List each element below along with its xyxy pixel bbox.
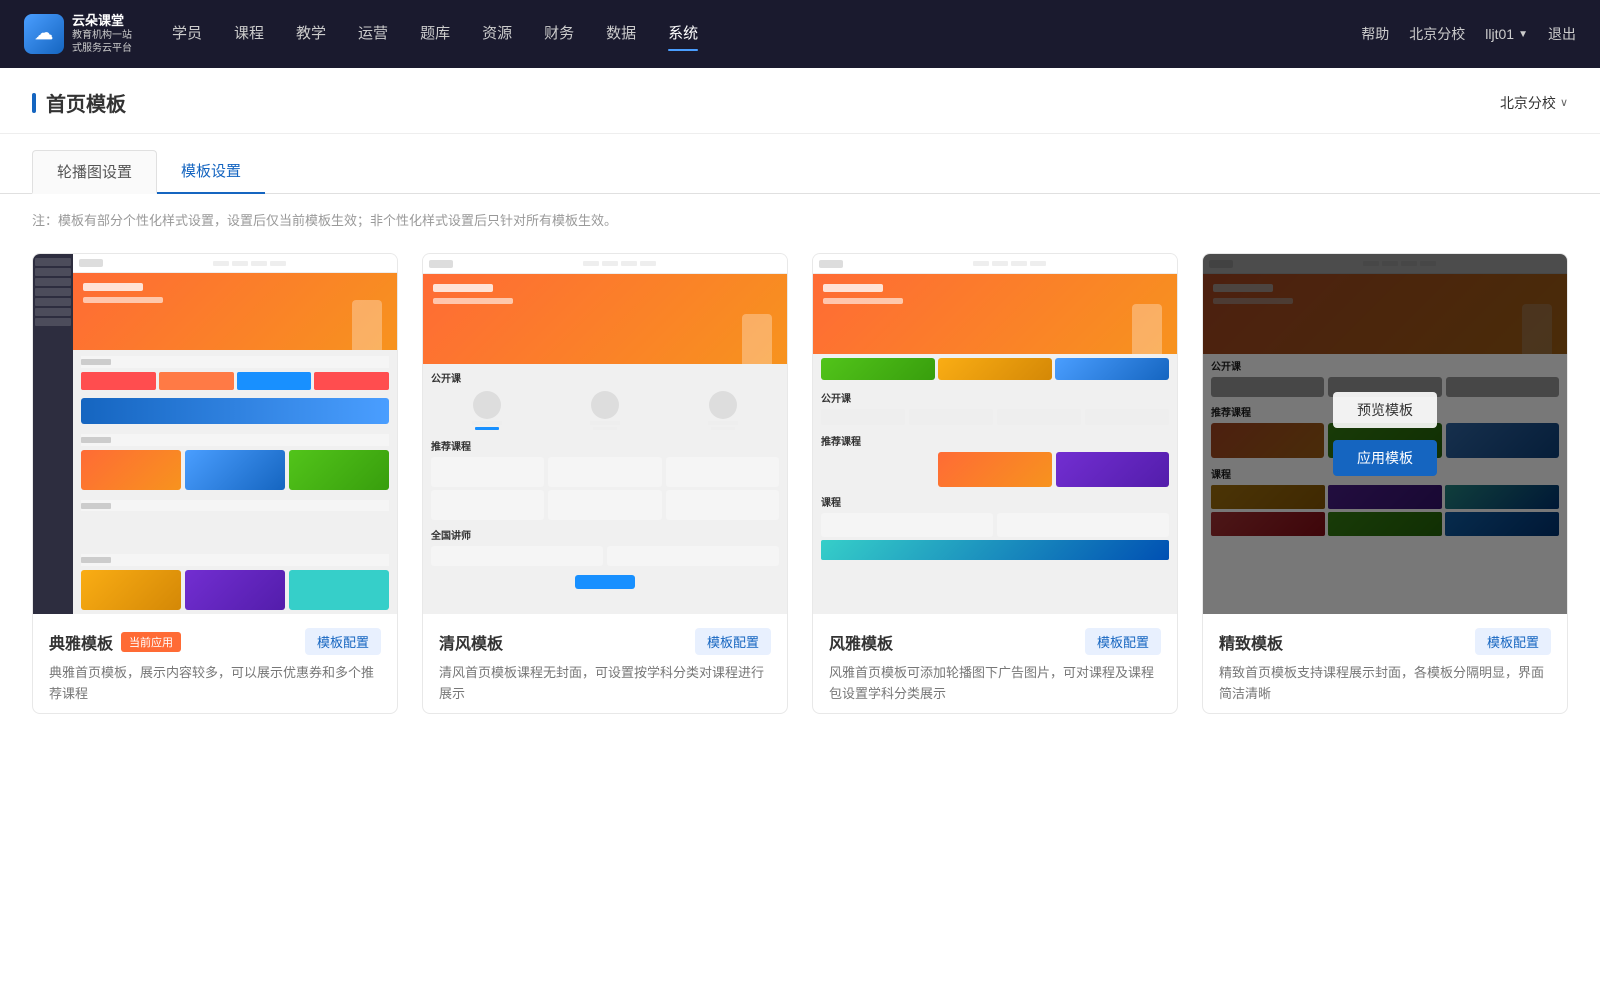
template-desc-light: 清风首页模板课程无封面，可设置按学科分类对课程进行展示 [439,663,771,705]
template-footer-refined: 精致模板 模板配置 精致首页模板支持课程展示封面，各模板分隔明显，界面简洁清晰 [1203,614,1567,713]
page-header: 首页模板 北京分校 ∨ [0,68,1600,134]
config-button-classic[interactable]: 模板配置 [305,628,381,655]
branch-link[interactable]: 北京分校 [1409,24,1465,44]
preview-banner-elegant [813,274,1177,354]
template-name-row-elegant: 风雅模板 模板配置 [829,628,1161,655]
user-dropdown-arrow: ▼ [1518,29,1528,40]
template-preview-elegant: 公开课 推荐课程 课程 [813,254,1177,614]
nav-item-questions[interactable]: 题库 [420,22,450,47]
nav-item-courses[interactable]: 课程 [234,22,264,47]
template-preview-refined: 公开课 推荐课程 课程 [1203,254,1567,614]
template-name-classic: 典雅模板 当前应用 [49,630,181,654]
template-card-classic[interactable]: 预览模板 应用模板 典雅模板 当前应用 模板配置 典雅首页模板，展示内容较多，可… [32,253,398,714]
tabs-bar: 轮播图设置 模板设置 [0,150,1600,194]
preview-button-refined[interactable]: 预览模板 [1333,392,1437,428]
page-content: 首页模板 北京分校 ∨ 轮播图设置 模板设置 注：模板有部分个性化样式设置，设置… [0,68,1600,990]
template-overlay-refined: 预览模板 应用模板 [1203,254,1567,614]
user-dropdown[interactable]: lljt01 ▼ [1485,26,1528,42]
preview-header-light [423,254,787,274]
template-preview-light: 公开课 [423,254,787,614]
branch-dropdown-arrow: ∨ [1560,96,1568,109]
logout-link[interactable]: 退出 [1548,24,1576,44]
template-name-row-classic: 典雅模板 当前应用 模板配置 [49,628,381,655]
template-grid: 预览模板 应用模板 典雅模板 当前应用 模板配置 典雅首页模板，展示内容较多，可… [0,245,1600,754]
config-button-elegant[interactable]: 模板配置 [1085,628,1161,655]
note-bar: 注：模板有部分个性化样式设置，设置后仅当前模板生效；非个性化样式设置后只针对所有… [0,194,1600,245]
template-footer-elegant: 风雅模板 模板配置 风雅首页模板可添加轮播图下广告图片，可对课程及课程包设置学科… [813,614,1177,713]
template-card-refined[interactable]: 公开课 推荐课程 课程 [1202,253,1568,714]
tab-slideshow[interactable]: 轮播图设置 [32,150,157,194]
nav-item-teaching[interactable]: 教学 [296,22,326,47]
nav-item-resources[interactable]: 资源 [482,22,512,47]
help-link[interactable]: 帮助 [1361,24,1389,44]
nav-menu: 学员 课程 教学 运营 题库 资源 财务 数据 系统 [172,22,1361,47]
current-badge: 当前应用 [121,632,181,652]
preview-sidebar [33,254,73,614]
nav-item-system[interactable]: 系统 [668,22,698,47]
template-card-light[interactable]: 公开课 [422,253,788,714]
nav-item-operations[interactable]: 运营 [358,22,388,47]
template-name-elegant: 风雅模板 [829,630,893,654]
template-name-row-refined: 精致模板 模板配置 [1219,628,1551,655]
logo-icon: ☁ [24,14,64,54]
navbar: ☁ 云朵课堂 教育机构一站 式服务云平台 学员 课程 教学 运营 题库 资源 财… [0,0,1600,68]
template-footer-light: 清风模板 模板配置 清风首页模板课程无封面，可设置按学科分类对课程进行展示 [423,614,787,713]
preview-header [73,254,397,273]
template-name-light: 清风模板 [439,630,503,654]
preview-banner [73,273,397,350]
template-preview-classic: 预览模板 应用模板 [33,254,397,614]
page-title: 首页模板 [32,88,126,117]
template-name-row-light: 清风模板 模板配置 [439,628,771,655]
preview-main [73,254,397,614]
template-desc-classic: 典雅首页模板，展示内容较多，可以展示优惠券和多个推荐课程 [49,663,381,705]
template-card-elegant[interactable]: 公开课 推荐课程 课程 [812,253,1178,714]
template-footer-classic: 典雅模板 当前应用 模板配置 典雅首页模板，展示内容较多，可以展示优惠券和多个推… [33,614,397,713]
nav-item-data[interactable]: 数据 [606,22,636,47]
apply-button-refined[interactable]: 应用模板 [1333,440,1437,476]
branch-selector[interactable]: 北京分校 ∨ [1500,93,1568,113]
nav-item-students[interactable]: 学员 [172,22,202,47]
nav-item-finance[interactable]: 财务 [544,22,574,47]
logo[interactable]: ☁ 云朵课堂 教育机构一站 式服务云平台 [24,13,132,56]
logo-text: 云朵课堂 教育机构一站 式服务云平台 [72,13,132,56]
tab-template[interactable]: 模板设置 [157,150,265,194]
config-button-light[interactable]: 模板配置 [695,628,771,655]
preview-banner-light [423,274,787,364]
preview-header-elegant [813,254,1177,274]
template-name-refined: 精致模板 [1219,630,1283,654]
preview-banner2 [81,398,389,425]
config-button-refined[interactable]: 模板配置 [1475,628,1551,655]
nav-right: 帮助 北京分校 lljt01 ▼ 退出 [1361,24,1576,44]
template-desc-elegant: 风雅首页模板可添加轮播图下广告图片，可对课程及课程包设置学科分类展示 [829,663,1161,705]
template-desc-refined: 精致首页模板支持课程展示封面，各模板分隔明显，界面简洁清晰 [1219,663,1551,705]
